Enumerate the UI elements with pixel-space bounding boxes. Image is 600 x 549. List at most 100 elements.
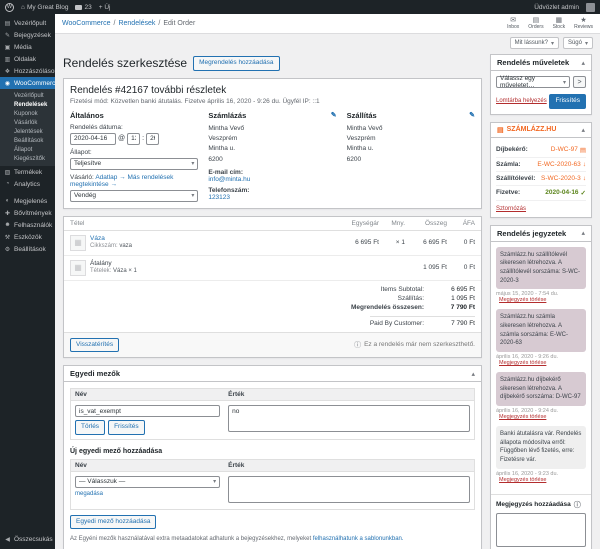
order-number-title: Rendelés #42167 további részletek	[70, 84, 227, 96]
panel-toggle-icon[interactable]: ▴	[471, 370, 475, 378]
settings-icon: ⚙	[4, 246, 11, 253]
add-note-textarea[interactable]	[496, 512, 586, 547]
product-name-link[interactable]: Váza	[90, 235, 105, 242]
sidebar-item-appearance[interactable]: ◐ Megjelenés	[0, 195, 55, 207]
add-custom-field-header: Név Érték	[70, 458, 475, 472]
screen-options-select[interactable]: Mit lássunk? ▾	[509, 37, 559, 49]
submenu-item-coupons[interactable]: Kuponok	[0, 109, 55, 118]
new-content-link[interactable]: + Új	[99, 4, 111, 11]
custom-fields-help-text: Az Egyéni mezők használatával extra meta…	[70, 536, 404, 542]
sidebar-item-plugins[interactable]: ✚ Bővítmények 11	[0, 207, 66, 219]
products-icon: ▧	[4, 169, 11, 176]
add-order-button[interactable]: Megrendelés hozzáadása	[193, 56, 280, 71]
move-to-trash-link[interactable]: Lomtárba helyezés	[496, 98, 547, 104]
activity-stock-button[interactable]: ▦ Stock	[553, 17, 566, 30]
order-status-select[interactable]: Teljesítve ▾	[70, 157, 199, 170]
update-field-button[interactable]: Frissítés	[108, 420, 145, 435]
avatar[interactable]	[586, 2, 595, 12]
order-actions-panel: Rendelés műveletek ▴ Válassz egy művelet…	[490, 54, 592, 115]
sidebar-item-analytics[interactable]: ◔ Analytics	[0, 178, 55, 190]
order-shipping-column: Szállítás ✎ Mintha Vevő Veszprém Mintha …	[347, 111, 475, 202]
submenu-item-dashboard[interactable]: Vezérlőpult	[0, 91, 55, 100]
edit-billing-icon[interactable]: ✎	[331, 111, 337, 119]
general-heading: Általános	[70, 110, 104, 120]
sidebar-item-users[interactable]: ☻ Felhasználók	[0, 219, 55, 231]
custom-field-key-input[interactable]	[75, 405, 221, 417]
submenu-item-customers[interactable]: Vásárlók	[0, 118, 55, 127]
activity-reviews-button[interactable]: ★ Reviews	[574, 17, 593, 30]
new-custom-field-value-textarea[interactable]	[228, 475, 470, 503]
posts-icon: ✎	[4, 32, 11, 39]
analytics-icon: ◔	[5, 181, 10, 187]
woocommerce-icon: ◉	[4, 80, 11, 87]
delete-note-link[interactable]: Megjegyzés törlése	[499, 414, 546, 420]
order-action-select[interactable]: Válassz egy műveletet… ▾	[496, 75, 570, 89]
delivery-note-link[interactable]: S-WC-2020-3 ↓	[541, 175, 586, 182]
submenu-item-reports[interactable]: Jelentések	[0, 127, 55, 136]
order-general-column: Általános Rendelés dátuma: @ : Állapot:	[70, 110, 199, 202]
custom-fields-help-link[interactable]: felhasználhatunk a sablonunkban.	[313, 536, 404, 542]
activity-orders-button[interactable]: ▤ Orders	[528, 17, 543, 30]
szamlazz-row: Számla: E-WC-2020-63 ↓	[496, 158, 586, 172]
sidebar-item-woocommerce[interactable]: ◉ WooCommerce	[0, 77, 59, 89]
order-minute-input[interactable]	[146, 132, 160, 145]
activity-inbox-button[interactable]: ✉ Inbox	[507, 17, 519, 30]
wordpress-logo-icon[interactable]: W	[5, 2, 14, 12]
sidebar-item-settings[interactable]: ⚙ Beállítások	[0, 243, 55, 255]
delete-note-link[interactable]: Megjegyzés törlése	[499, 477, 546, 483]
billing-email-label: E-mail cím:	[208, 169, 244, 177]
chevron-down-icon: ▾	[562, 79, 566, 86]
submenu-item-orders[interactable]: Rendelések	[0, 100, 55, 109]
billing-email-link[interactable]: info@minta.hu	[208, 176, 250, 183]
apply-action-button[interactable]: >	[573, 76, 586, 88]
sidebar-item-products[interactable]: ▧ Termékek	[0, 166, 55, 178]
billing-address: Mintha Vevő Veszprém Mintha u. 6200	[208, 124, 245, 163]
update-order-button[interactable]: Frissítés	[549, 94, 586, 109]
sidebar-item-posts[interactable]: ✎ Bejegyzések	[0, 29, 55, 41]
add-custom-field-button[interactable]: Egyedi mező hozzáadása	[70, 514, 157, 529]
order-hour-input[interactable]	[127, 132, 141, 145]
delete-note-link[interactable]: Megjegyzés törlése	[499, 297, 546, 303]
download-icon: ↓	[582, 160, 586, 168]
site-name-link[interactable]: ⌂ My Great Blog	[21, 4, 68, 11]
howdy-text[interactable]: Üdvözlet admin	[534, 4, 579, 11]
submenu-item-settings[interactable]: Beállítások	[0, 136, 55, 145]
delete-note-link[interactable]: Megjegyzés törlése	[499, 360, 546, 366]
custom-field-value-textarea[interactable]: no	[228, 405, 470, 432]
comments-link[interactable]: 23	[75, 4, 92, 11]
breadcrumb-orders[interactable]: Rendelések	[118, 20, 155, 27]
panel-toggle-icon[interactable]: ▴	[581, 126, 585, 134]
edit-shipping-icon[interactable]: ✎	[469, 111, 475, 119]
billing-phone-link[interactable]: 123123	[208, 194, 230, 201]
panel-toggle-icon[interactable]: ▴	[581, 229, 585, 237]
collapse-menu-button[interactable]: ◀ Összecsukás	[0, 533, 55, 545]
panel-toggle-icon[interactable]: ▴	[581, 59, 585, 67]
sidebar-item-comments[interactable]: ❖ Hozzászólások	[0, 65, 58, 77]
custom-field-row: Törlés Frissítés no	[70, 401, 475, 440]
proforma-link[interactable]: D-WC-97 ▤	[551, 146, 586, 154]
billing-heading: Számlázás	[208, 110, 247, 120]
storno-link[interactable]: Sztornózás	[496, 206, 526, 212]
items-footer: Visszatérítés ⓘ Ez a rendelés már nem sz…	[64, 331, 481, 357]
breadcrumb-woocommerce[interactable]: WooCommerce	[62, 20, 111, 27]
refund-button[interactable]: Visszatérítés	[70, 337, 120, 352]
enter-new-field-link[interactable]: megadása	[75, 491, 103, 497]
sidebar-item-media[interactable]: ▣ Média	[0, 41, 55, 53]
order-date-input[interactable]	[70, 132, 116, 145]
szamlazz-title: ▤ SZÁMLÁZZ.HU	[497, 126, 557, 134]
invoice-link[interactable]: E-WC-2020-63 ↓	[537, 161, 586, 168]
submenu-item-status[interactable]: Állapot	[0, 145, 55, 154]
custom-fields-title: Egyedi mezők	[70, 369, 121, 378]
sidebar-item-tools[interactable]: ⚒ Eszközök	[0, 231, 55, 243]
help-tab[interactable]: Súgó ▾	[562, 37, 593, 49]
delete-field-button[interactable]: Törlés	[75, 420, 106, 435]
submenu-item-extensions[interactable]: Kiegészítők	[0, 154, 55, 163]
customer-select[interactable]: Vendég ▾	[70, 189, 199, 202]
sidebar-item-dashboard[interactable]: ▤ Vezérlőpult	[0, 17, 55, 29]
order-actions-title: Rendelés műveletek	[497, 58, 570, 67]
custom-field-name-select[interactable]: — Válasszuk — ▾	[75, 475, 221, 488]
customer-profile-link[interactable]: Adatlap →	[95, 174, 125, 181]
sidebar-item-pages[interactable]: ▥ Oldalak	[0, 53, 55, 65]
dashboard-icon: ▤	[4, 20, 11, 27]
order-note: Banki átutalásra vár. Rendelés állapota …	[496, 426, 586, 469]
